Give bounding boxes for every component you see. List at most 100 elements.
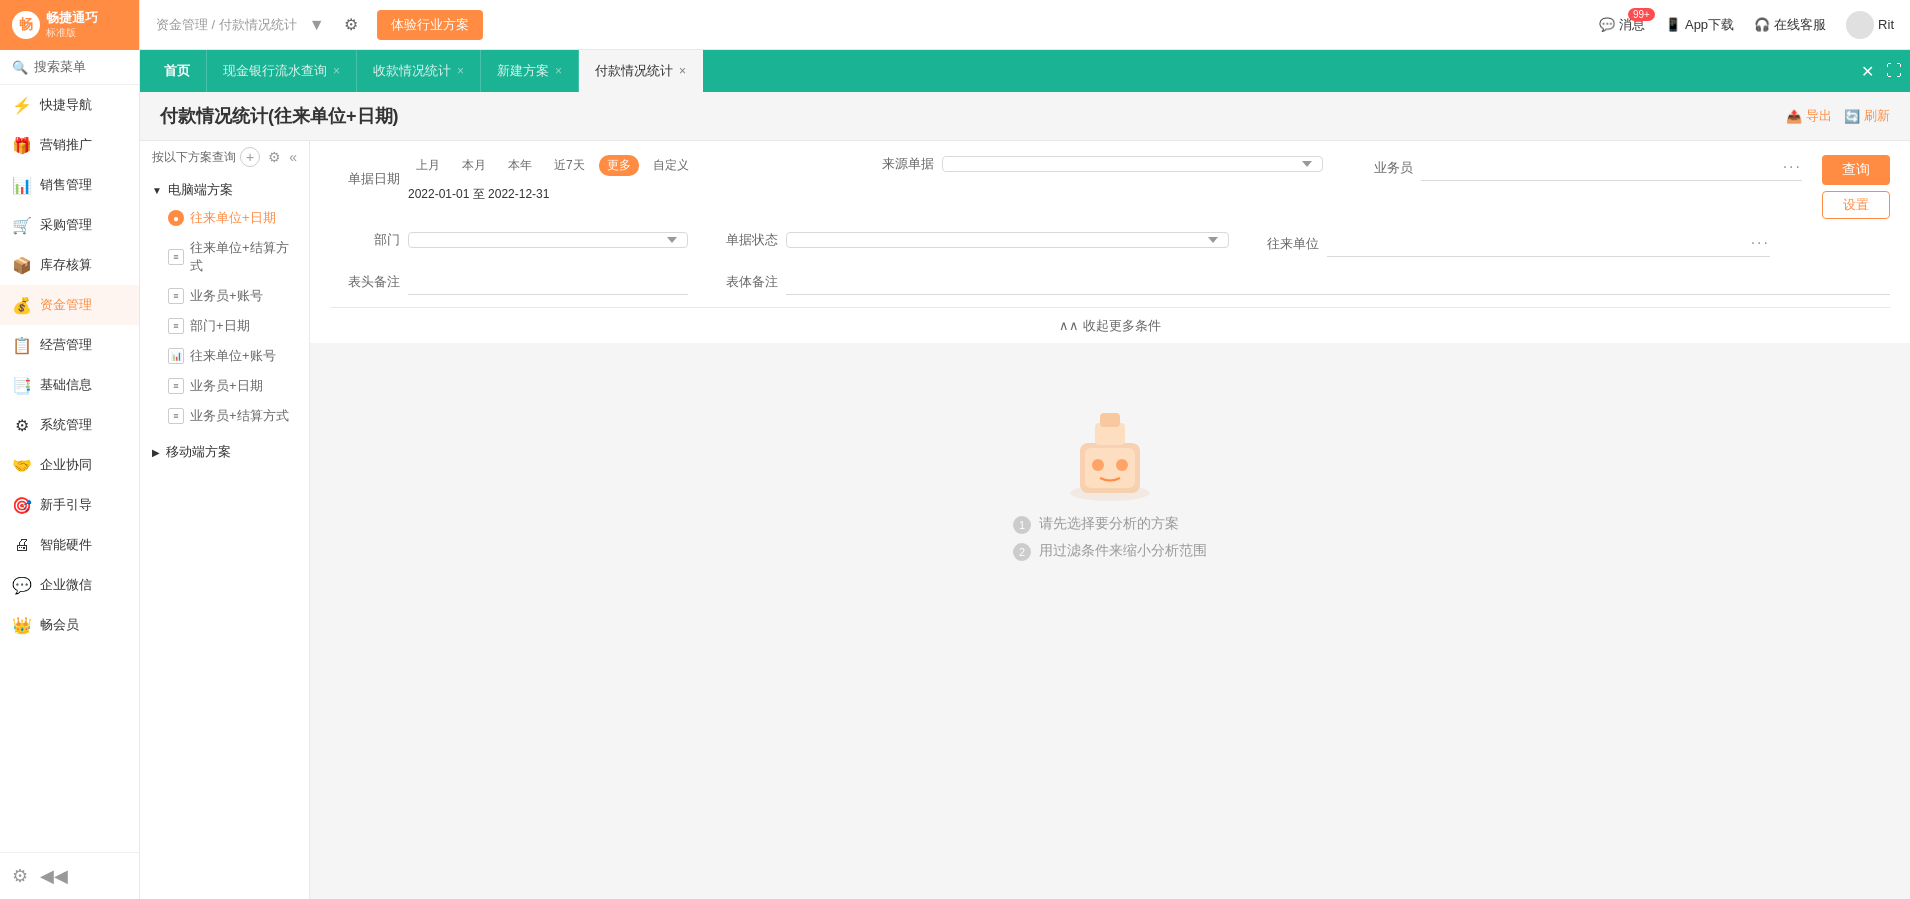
scheme-item-unit-date[interactable]: ● 往来单位+日期 [140, 203, 309, 233]
headset-icon: 🎧 [1754, 17, 1770, 32]
add-scheme-icon[interactable]: + [240, 147, 260, 167]
sidebar-item-guide[interactable]: 🎯 新手引导 [0, 485, 139, 525]
filter-section: 单据日期 上月 本月 本年 近7天 更多 自定义 2022-01-01 至 20… [310, 141, 1910, 343]
tab-close-payment[interactable]: × [679, 64, 686, 78]
trial-button[interactable]: 体验行业方案 [377, 10, 483, 40]
chevron-up-icon: ∧∧ [1059, 318, 1079, 333]
body-note-input[interactable] [786, 269, 1890, 292]
date-field: 单据日期 上月 本月 本年 近7天 更多 自定义 2022-01-01 至 20… [330, 155, 844, 203]
sidebar-item-inventory[interactable]: 📦 库存核算 [0, 245, 139, 285]
top-header: 资金管理 / 付款情况统计 ▼ ⚙ 体验行业方案 💬 消息 99+ 📱 App下… [140, 0, 1910, 50]
collapse-more-button[interactable]: ∧∧ 收起更多条件 [1059, 317, 1161, 335]
message-button[interactable]: 💬 消息 99+ [1599, 16, 1645, 34]
tab-close-all-icon[interactable]: ✕ [1861, 62, 1874, 81]
dept-chevron-icon [667, 237, 677, 243]
tab-fullscreen-icon[interactable]: ⛶ [1886, 62, 1902, 81]
query-button[interactable]: 查询 [1822, 155, 1890, 185]
refresh-button[interactable]: 🔄 刷新 [1844, 107, 1890, 125]
main-body: 按以下方案查询 + ⚙ « ▼ 电脑端方案 ● 往来单位+日期 ≡ [140, 141, 1910, 899]
desktop-scheme-section: ▼ 电脑端方案 ● 往来单位+日期 ≡ 往来单位+结算方式 ≡ 业务员+账号 ≡ [140, 173, 309, 435]
quicknav-icon: ⚡ [12, 95, 32, 115]
staff-input[interactable] [1421, 155, 1783, 178]
sidebar-item-wechat[interactable]: 💬 企业微信 [0, 565, 139, 605]
tab-close-newscheme[interactable]: × [555, 64, 562, 78]
sidebar-item-member[interactable]: 👑 畅会员 [0, 605, 139, 645]
desktop-section-title[interactable]: ▼ 电脑端方案 [140, 177, 309, 203]
date-this-month[interactable]: 本月 [454, 155, 494, 176]
inventory-icon: 📦 [12, 255, 32, 275]
app-download-button[interactable]: 📱 App下载 [1665, 16, 1734, 34]
sidebar-item-hardware[interactable]: 🖨 智能硬件 [0, 525, 139, 565]
settings-icon[interactable]: ⚙ [337, 11, 365, 39]
sidebar-item-system[interactable]: ⚙ 系统管理 [0, 405, 139, 445]
scheme-item-unit-settle[interactable]: ≡ 往来单位+结算方式 [140, 233, 309, 281]
partner-field: 往来单位 ··· [1249, 231, 1770, 257]
scheme-header: 按以下方案查询 + ⚙ « [140, 141, 309, 173]
scheme-item-staff-settle[interactable]: ≡ 业务员+结算方式 [140, 401, 309, 431]
tab-close-bank[interactable]: × [333, 64, 340, 78]
scheme-item-staff-date[interactable]: ≡ 业务员+日期 [140, 371, 309, 401]
sidebar-footer: ⚙ ◀◀ [0, 852, 139, 899]
sidebar-search[interactable]: 🔍 搜索菜单 [0, 50, 139, 85]
collapse-sidebar-icon[interactable]: ◀◀ [40, 865, 68, 887]
tab-receipt[interactable]: 收款情况统计 × [357, 50, 481, 92]
tab-home[interactable]: 首页 [148, 50, 207, 92]
system-icon: ⚙ [12, 415, 32, 435]
staff-field: 业务员 ··· [1343, 155, 1802, 181]
chevron-down-icon[interactable]: ▼ [309, 16, 325, 34]
date-7days[interactable]: 近7天 [546, 155, 593, 176]
arrow-right-icon: ▶ [152, 447, 160, 458]
tab-close-receipt[interactable]: × [457, 64, 464, 78]
hardware-icon: 🖨 [12, 535, 32, 555]
user-avatar[interactable]: Rit [1846, 11, 1894, 39]
scheme-settings-icon[interactable]: ⚙ [268, 149, 281, 165]
empty-hint-1: 请先选择要分析的方案 [1013, 515, 1207, 534]
scheme-collapse-icon[interactable]: « [289, 149, 297, 165]
sidebar-item-marketing[interactable]: 🎁 营销推广 [0, 125, 139, 165]
scheme-item-unit-account[interactable]: 📊 往来单位+账号 [140, 341, 309, 371]
sidebar-item-purchase[interactable]: 🛒 采购管理 [0, 205, 139, 245]
date-custom[interactable]: 自定义 [645, 155, 697, 176]
tab-bank[interactable]: 现金银行流水查询 × [207, 50, 357, 92]
date-more-btn[interactable]: 更多 [599, 155, 639, 176]
header-note-label: 表头备注 [330, 273, 400, 291]
sidebar-item-sales[interactable]: 📊 销售管理 [0, 165, 139, 205]
collapse-more-section: ∧∧ 收起更多条件 [330, 307, 1890, 343]
settings-footer-icon[interactable]: ⚙ [12, 865, 28, 887]
header-note-input[interactable] [408, 269, 688, 292]
mobile-section-title[interactable]: ▶ 移动端方案 [140, 439, 309, 465]
source-select[interactable] [942, 156, 1323, 172]
sidebar-item-operation[interactable]: 📋 经营管理 [0, 325, 139, 365]
export-button[interactable]: 📤 导出 [1786, 107, 1832, 125]
voucher-status-select[interactable] [786, 232, 1229, 248]
service-button[interactable]: 🎧 在线客服 [1754, 16, 1826, 34]
sidebar-item-finance[interactable]: 💰 资金管理 [0, 285, 139, 325]
tab-bar-actions: ✕ ⛶ [1861, 62, 1902, 81]
scheme-icon-sq: ≡ [168, 249, 184, 265]
date-last-month[interactable]: 上月 [408, 155, 448, 176]
dept-select[interactable] [408, 232, 688, 248]
source-field: 来源单据 [864, 155, 1323, 173]
scheme-icon-sq2: ≡ [168, 288, 184, 304]
svg-rect-2 [1085, 448, 1135, 488]
filter-row-1: 单据日期 上月 本月 本年 近7天 更多 自定义 2022-01-01 至 20… [330, 155, 1890, 219]
sidebar-item-quicknav[interactable]: ⚡ 快捷导航 [0, 85, 139, 125]
scheme-icon-sq4: ≡ [168, 378, 184, 394]
phone-icon: 📱 [1665, 17, 1681, 32]
body-note-label: 表体备注 [708, 273, 778, 291]
partner-input[interactable] [1327, 231, 1751, 254]
tab-payment[interactable]: 付款情况统计 × [579, 50, 703, 92]
date-this-year[interactable]: 本年 [500, 155, 540, 176]
logo-icon: 畅 [12, 11, 40, 39]
staff-more-icon[interactable]: ··· [1783, 158, 1802, 176]
partner-more-icon[interactable]: ··· [1751, 234, 1770, 252]
scheme-item-dept-date[interactable]: ≡ 部门+日期 [140, 311, 309, 341]
sidebar-item-basic[interactable]: 📑 基础信息 [0, 365, 139, 405]
filter-settings-button[interactable]: 设置 [1822, 191, 1890, 219]
sidebar-item-enterprise[interactable]: 🤝 企业协同 [0, 445, 139, 485]
scheme-item-staff-account[interactable]: ≡ 业务员+账号 [140, 281, 309, 311]
tab-newscheme[interactable]: 新建方案 × [481, 50, 579, 92]
dept-label: 部门 [330, 231, 400, 249]
partner-label: 往来单位 [1249, 235, 1319, 253]
export-icon: 📤 [1786, 109, 1802, 124]
